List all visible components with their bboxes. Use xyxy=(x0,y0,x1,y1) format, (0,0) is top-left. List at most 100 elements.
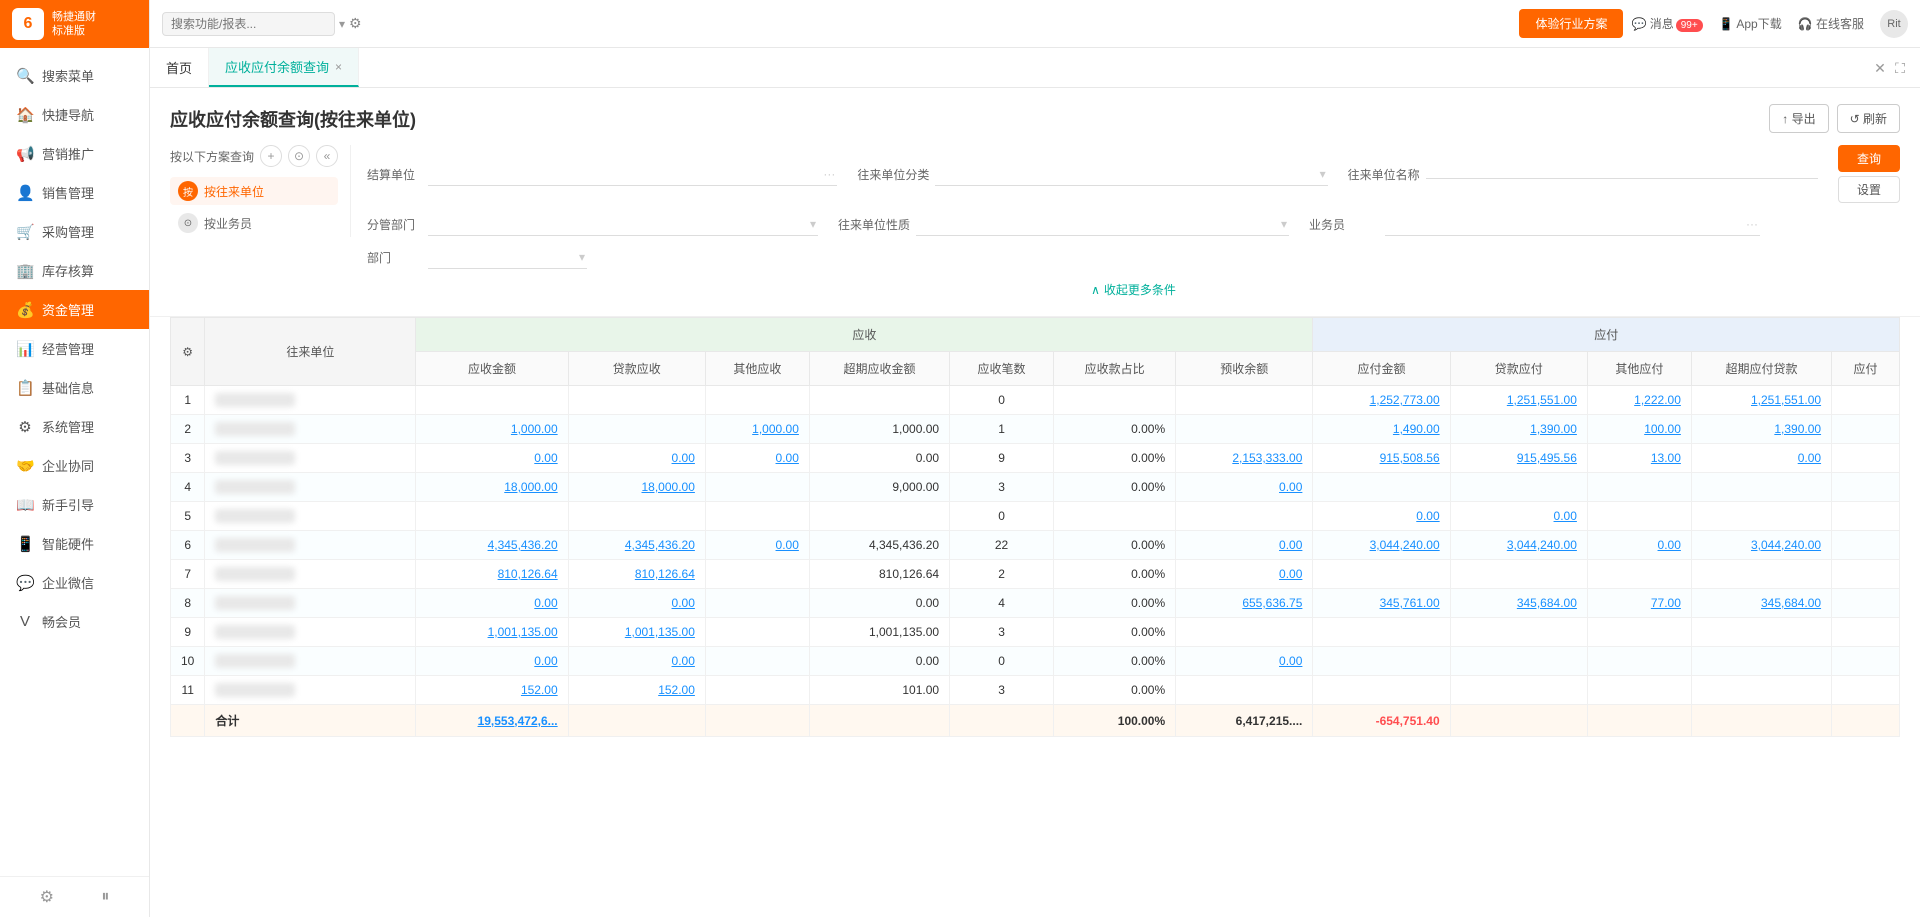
settings-btn[interactable]: 设置 xyxy=(1838,176,1900,203)
tab-close-ar-ap[interactable]: × xyxy=(335,60,342,74)
cell-ar-prepay: 655,636.75 xyxy=(1176,589,1313,618)
cell-ar-loan: 810,126.64 xyxy=(568,560,705,589)
cell-ar-loan xyxy=(568,386,705,415)
cell-ar-other xyxy=(705,560,809,589)
industry-btn[interactable]: 体验行业方案 xyxy=(1519,9,1623,38)
cell-partner xyxy=(205,502,416,531)
staff-input[interactable]: ··· xyxy=(1385,213,1760,236)
filter-settings-btn[interactable]: ⊙ xyxy=(288,145,310,167)
fanglai-cat-chevron: ▾ xyxy=(1320,167,1326,181)
cell-ar-other xyxy=(705,647,809,676)
cell-ap-extra xyxy=(1832,531,1900,560)
maximize-window-btn[interactable]: ⛶ xyxy=(1892,60,1908,76)
sidebar-item-marketing[interactable]: 📢营销推广 xyxy=(0,134,149,173)
cell-ap-extra xyxy=(1832,386,1900,415)
cell-ap-amount xyxy=(1313,618,1450,647)
cell-ar-prepay: 2,153,333.00 xyxy=(1176,444,1313,473)
cell-ar-loan: 0.00 xyxy=(568,647,705,676)
sidebar-item-hardware[interactable]: 📱智能硬件 xyxy=(0,524,149,563)
fanglai-cat-select[interactable]: ▾ xyxy=(935,163,1327,186)
cell-ap-overdue xyxy=(1691,647,1831,676)
filter-add-btn[interactable]: + xyxy=(260,145,282,167)
col-ar-group-th: 应收 xyxy=(416,318,1313,352)
jiesuan-input[interactable]: ··· xyxy=(428,163,837,186)
online-service-area[interactable]: 🎧 在线客服 xyxy=(1798,15,1864,32)
page-title: 应收应付余额查询(按往来单位) xyxy=(170,106,416,132)
sidebar-item-member[interactable]: V畅会员 xyxy=(0,602,149,641)
col-ap-other-th: 其他应付 xyxy=(1587,352,1691,386)
query-btn[interactable]: 查询 xyxy=(1838,145,1900,172)
sidebar-item-basic-info[interactable]: 📋基础信息 xyxy=(0,368,149,407)
dept-select[interactable]: ▾ xyxy=(428,246,587,269)
cell-ap-other xyxy=(1587,676,1691,705)
export-btn[interactable]: ↑ 导出 xyxy=(1769,104,1828,133)
scheme-item-staff[interactable]: ⊙ 按业务员 xyxy=(170,209,338,237)
gear-settings-icon[interactable]: ⚙ xyxy=(349,15,362,32)
sidebar-label-system: 系统管理 xyxy=(42,417,94,436)
cell-ap-extra xyxy=(1832,618,1900,647)
messages-area[interactable]: 💬 消息99+ xyxy=(1631,15,1702,32)
sidebar-item-inventory[interactable]: 🏢库存核算 xyxy=(0,251,149,290)
tab-ar-ap[interactable]: 应收应付余额查询× xyxy=(209,48,359,87)
cell-ar-prepay: 0.00 xyxy=(1176,560,1313,589)
sidebar-item-quick-nav[interactable]: 🏠 快捷导航 xyxy=(0,95,149,134)
fanglai-cat-label: 往来单位分类 xyxy=(857,166,929,183)
sidebar-item-purchase[interactable]: 🛒采购管理 xyxy=(0,212,149,251)
user-name[interactable]: Rit xyxy=(1880,10,1908,38)
refresh-btn[interactable]: ↺ 刷新 xyxy=(1837,104,1900,133)
cell-ap-overdue xyxy=(1691,473,1831,502)
staff-label: 业务员 xyxy=(1309,216,1379,233)
fenguan-select[interactable]: ▾ xyxy=(428,213,818,236)
col-ap-amount-th: 应付金额 xyxy=(1313,352,1450,386)
collapse-icon: ∧ xyxy=(1091,283,1100,297)
sidebar-label-inventory: 库存核算 xyxy=(42,261,94,280)
logo-icon: 6 xyxy=(12,8,44,40)
close-window-btn[interactable]: ✕ xyxy=(1872,60,1888,76)
search-input[interactable] xyxy=(162,12,335,36)
cell-ap-overdue: 345,684.00 xyxy=(1691,589,1831,618)
collapse-more-btn[interactable]: ∧ 收起更多条件 xyxy=(367,275,1900,304)
cell-ap-other xyxy=(1587,473,1691,502)
sidebar-item-guide[interactable]: 📖新手引导 xyxy=(0,485,149,524)
sidebar-item-system[interactable]: ⚙系统管理 xyxy=(0,407,149,446)
cell-ar-prepay: 0.00 xyxy=(1176,531,1313,560)
cell-idx: 1 xyxy=(171,386,205,415)
cell-ar-other: 1,000.00 xyxy=(705,415,809,444)
filter-row-2: 分管部门 ▾ 往来单位性质 ▾ xyxy=(367,213,1900,236)
logo-text: 畅捷通财 标准版 xyxy=(52,10,96,39)
cell-idx: 8 xyxy=(171,589,205,618)
cell-ar-other xyxy=(705,386,809,415)
sidebar: 6 畅捷通财 标准版 🔍搜索菜单 🏠 快捷导航 📢营销推广👤销售管理🛒采购管理🏢库存核… xyxy=(0,0,150,917)
footer-ar-other xyxy=(705,705,809,737)
cell-partner xyxy=(205,444,416,473)
fanglai-nature-select[interactable]: ▾ xyxy=(916,213,1289,236)
cell-ar-overdue: 810,126.64 xyxy=(809,560,949,589)
sidebar-item-wechat[interactable]: 💬企业微信 xyxy=(0,563,149,602)
sidebar-item-search[interactable]: 🔍搜索菜单 xyxy=(0,56,149,95)
col-ap-loan-th: 贷款应付 xyxy=(1450,352,1587,386)
sidebar-item-enterprise[interactable]: 🤝企业协同 xyxy=(0,446,149,485)
collapse-footer-icon[interactable]: ⏸ xyxy=(101,888,109,906)
cell-ar-prepay xyxy=(1176,676,1313,705)
col-settings-th[interactable]: ⚙ xyxy=(171,318,205,386)
cell-ap-extra xyxy=(1832,502,1900,531)
filter-collapse-btn[interactable]: « xyxy=(316,145,338,167)
quick-nav-icon: 🏠 xyxy=(16,106,34,124)
cell-partner xyxy=(205,415,416,444)
query-btns: 查询 设置 xyxy=(1838,145,1900,203)
scheme-item-partner[interactable]: 按 按往来单位 xyxy=(170,177,338,205)
col-ap-group-th: 应付 xyxy=(1313,318,1900,352)
fanglai-name-input[interactable] xyxy=(1426,170,1818,179)
sidebar-label-quick-nav: 快捷导航 xyxy=(42,105,94,124)
sidebar-item-operation[interactable]: 📊经营管理 xyxy=(0,329,149,368)
cell-ap-amount: 0.00 xyxy=(1313,502,1450,531)
app-download-area[interactable]: 📱 App下载 xyxy=(1719,15,1782,32)
sidebar-item-sales[interactable]: 👤销售管理 xyxy=(0,173,149,212)
settings-footer-icon[interactable]: ⚙ xyxy=(40,887,54,907)
cell-ar-loan: 152.00 xyxy=(568,676,705,705)
cell-ap-overdue xyxy=(1691,560,1831,589)
sidebar-item-finance[interactable]: 💰资金管理 xyxy=(0,290,149,329)
jiesuan-dots: ··· xyxy=(823,167,835,181)
cell-partner xyxy=(205,560,416,589)
tab-home[interactable]: 首页 xyxy=(150,48,209,87)
